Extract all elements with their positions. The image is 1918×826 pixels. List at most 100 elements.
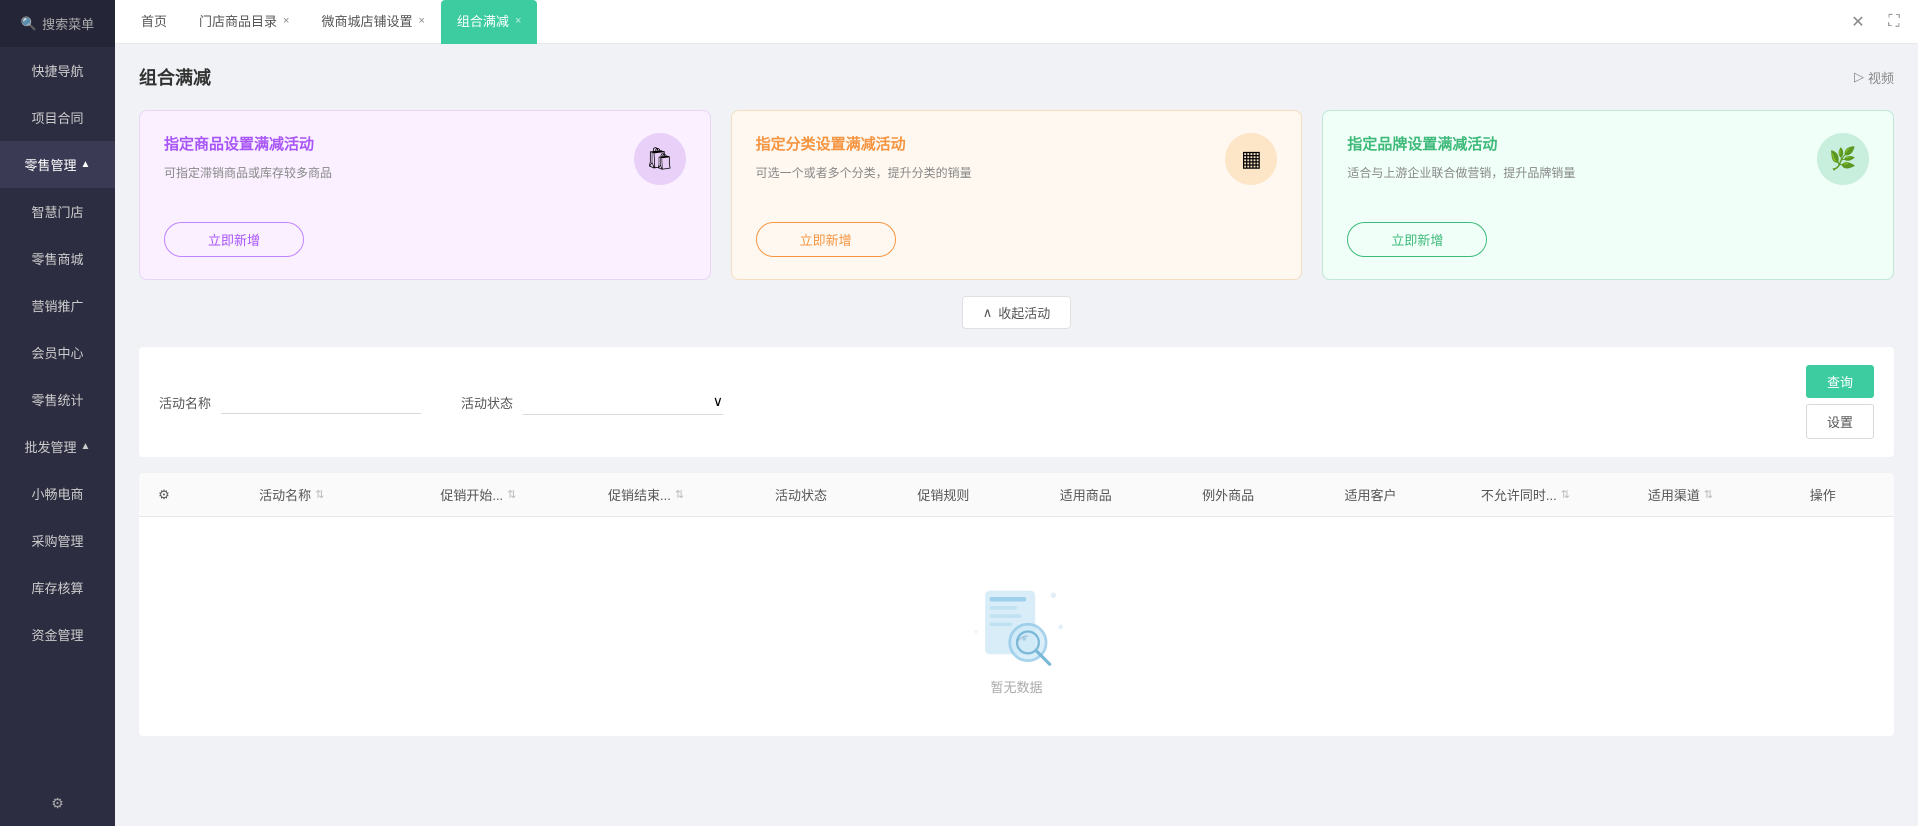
sort-icon-channel: ⇅ [1704,488,1713,501]
card-title-product-card: 指定商品设置满减活动 [164,133,686,154]
filter-row: 活动名称 活动状态 ∨ 查询 设置 [159,365,1874,439]
filter-actions: 查询 设置 [1806,365,1874,439]
tab-wechat-store[interactable]: 微商城店铺设置 × [305,0,440,44]
filter-status-label: 活动状态 [461,393,513,412]
tab-close-combo-discount[interactable]: × [515,15,521,27]
th-label-end: 促销结束... [608,485,671,504]
activity-card-product-card: 🛍指定商品设置满减活动可指定滞销商品或库存较多商品立即新增 [139,110,711,280]
tab-close-store-catalog[interactable]: × [283,15,289,27]
sidebar-search[interactable]: 🔍 搜索菜单 [0,0,115,47]
th-action: 操作 [1752,485,1894,504]
sidebar-item-purchase-mgmt[interactable]: 采购管理 [0,517,115,564]
settings-icon: ⚙ [51,795,64,811]
sidebar: 🔍 搜索菜单 快捷导航项目合同零售管理▲智慧门店零售商城营销推广会员中心零售统计… [0,0,115,826]
query-button[interactable]: 查询 [1806,365,1874,398]
sidebar-item-retail-mgmt[interactable]: 零售管理▲ [0,141,115,188]
page-title: 组合满减 [139,64,211,90]
sort-icon-end: ⇅ [675,488,684,501]
th-label-notallow: 不允许同时... [1481,485,1557,504]
sidebar-item-xiaochang-ecom[interactable]: 小畅电商 [0,470,115,517]
table-header: ⚙ 活动名称 ⇅ 促销开始...⇅ 促销结束... ⇅ 活动状态 促销规则 适用商品 例外商品 适用… [139,473,1894,517]
th-gear: ⚙ [139,487,189,503]
sidebar-item-retail-mall[interactable]: 零售商城 [0,235,115,282]
th-end[interactable]: 促销结束... ⇅ [562,485,730,504]
th-label-goods: 适用商品 [1060,485,1112,504]
card-desc-category-card: 可选一个或者多个分类，提升分类的销量 [756,164,1278,206]
empty-illustration [962,577,1072,677]
th-label-channel: 适用渠道 [1648,485,1700,504]
card-btn-brand-card[interactable]: 立即新增 [1347,222,1487,257]
collapse-bar: ∧ 收起活动 [139,296,1894,329]
activity-card-category-card: ▦指定分类设置满减活动可选一个或者多个分类，提升分类的销量立即新增 [731,110,1303,280]
card-icon-product-card: 🛍 [634,133,686,185]
settings-button[interactable]: 设置 [1806,404,1874,439]
th-label-rule: 促销规则 [917,485,969,504]
sidebar-search-label: 搜索菜单 [42,14,94,33]
tab-label-store-catalog: 门店商品目录 [199,11,277,30]
th-start[interactable]: 促销开始...⇅ [395,485,563,504]
empty-text: 暂无数据 [990,677,1042,696]
tab-label-wechat-store: 微商城店铺设置 [321,11,412,30]
card-title-category-card: 指定分类设置满减活动 [756,133,1278,154]
tab-home[interactable]: 首页 [125,0,183,44]
th-customer: 适用客户 [1299,485,1441,504]
sidebar-item-project-contract[interactable]: 项目合同 [0,94,115,141]
sort-icon-notallow: ⇅ [1561,488,1570,501]
empty-state: 暂无数据 [139,517,1894,736]
activity-status-select[interactable]: ∨ [523,389,723,415]
sidebar-item-smart-store[interactable]: 智慧门店 [0,188,115,235]
tab-bar: 首页 门店商品目录 × 微商城店铺设置 × 组合满减 × ✕ ⛶ [115,0,1918,44]
chevron-down-icon: ∨ [713,393,723,410]
sidebar-item-quick-nav[interactable]: 快捷导航 [0,47,115,94]
filter-name: 活动名称 [159,390,421,414]
th-goods: 适用商品 [1015,485,1157,504]
expand-arrow-icon: ▲ [81,441,91,452]
close-window-button[interactable]: ✕ [1844,8,1872,36]
filter-name-label: 活动名称 [159,393,211,412]
collapse-label: 收起活动 [998,303,1050,322]
card-desc-product-card: 可指定滞销商品或库存较多商品 [164,164,686,206]
data-table: ⚙ 活动名称 ⇅ 促销开始...⇅ 促销结束... ⇅ 活动状态 促销规则 适用商品 例外商品 适用… [139,473,1894,736]
th-label-status: 活动状态 [775,485,827,504]
sidebar-item-retail-stats[interactable]: 零售统计 [0,376,115,423]
card-icon-brand-card: 🌿 [1817,133,1869,185]
video-link[interactable]: ▷ 视频 [1854,68,1894,87]
th-label-action: 操作 [1810,485,1836,504]
card-btn-product-card[interactable]: 立即新增 [164,222,304,257]
tab-combo-discount[interactable]: 组合满减 × [441,0,537,44]
collapse-button[interactable]: ∧ 收起活动 [962,296,1072,329]
play-icon: ▷ [1854,69,1864,85]
page-content: 组合满减 ▷ 视频 🛍指定商品设置满减活动可指定滞销商品或库存较多商品立即新增▦… [115,44,1918,826]
tab-label-combo-discount: 组合满减 [457,11,509,30]
chevron-up-icon: ∧ [983,305,993,321]
card-title-brand-card: 指定品牌设置满减活动 [1347,133,1869,154]
tab-close-wechat-store[interactable]: × [418,15,424,27]
sidebar-item-member-center[interactable]: 会员中心 [0,329,115,376]
card-desc-brand-card: 适合与上游企业联合做营销，提升品牌销量 [1347,164,1869,206]
th-label-name: 活动名称 [259,485,311,504]
activity-name-input[interactable] [221,390,421,414]
th-name[interactable]: 活动名称 ⇅ [189,485,395,504]
card-btn-category-card[interactable]: 立即新增 [756,222,896,257]
sidebar-item-inventory-check[interactable]: 库存核算 [0,564,115,611]
expand-arrow-icon: ▲ [81,159,91,170]
th-rule: 促销规则 [872,485,1014,504]
th-label-except: 例外商品 [1202,485,1254,504]
th-notallow[interactable]: 不允许同时... ⇅ [1442,485,1610,504]
sort-icon-name: ⇅ [315,488,324,501]
th-label-customer: 适用客户 [1344,485,1396,504]
th-except: 例外商品 [1157,485,1299,504]
sidebar-item-marketing[interactable]: 营销推广 [0,282,115,329]
search-icon: 🔍 [21,16,37,32]
th-channel[interactable]: 适用渠道 ⇅ [1609,485,1751,504]
tab-store-catalog[interactable]: 门店商品目录 × [183,0,305,44]
th-status: 活动状态 [730,485,872,504]
sidebar-settings[interactable]: ⚙ [0,781,115,826]
main-area: 首页门店商品目录×微商城店铺设置×组合满减× ✕ ⛶ 组合满减 ▷ 视频 🛍指定… [115,0,1918,826]
sidebar-item-fund-mgmt[interactable]: 资金管理 [0,611,115,658]
maximize-window-button[interactable]: ⛶ [1880,8,1908,36]
video-label: 视频 [1868,68,1894,87]
th-label-gear: ⚙ [158,487,170,503]
sidebar-item-wholesale-mgmt[interactable]: 批发管理▲ [0,423,115,470]
tab-label-home: 首页 [141,11,167,30]
